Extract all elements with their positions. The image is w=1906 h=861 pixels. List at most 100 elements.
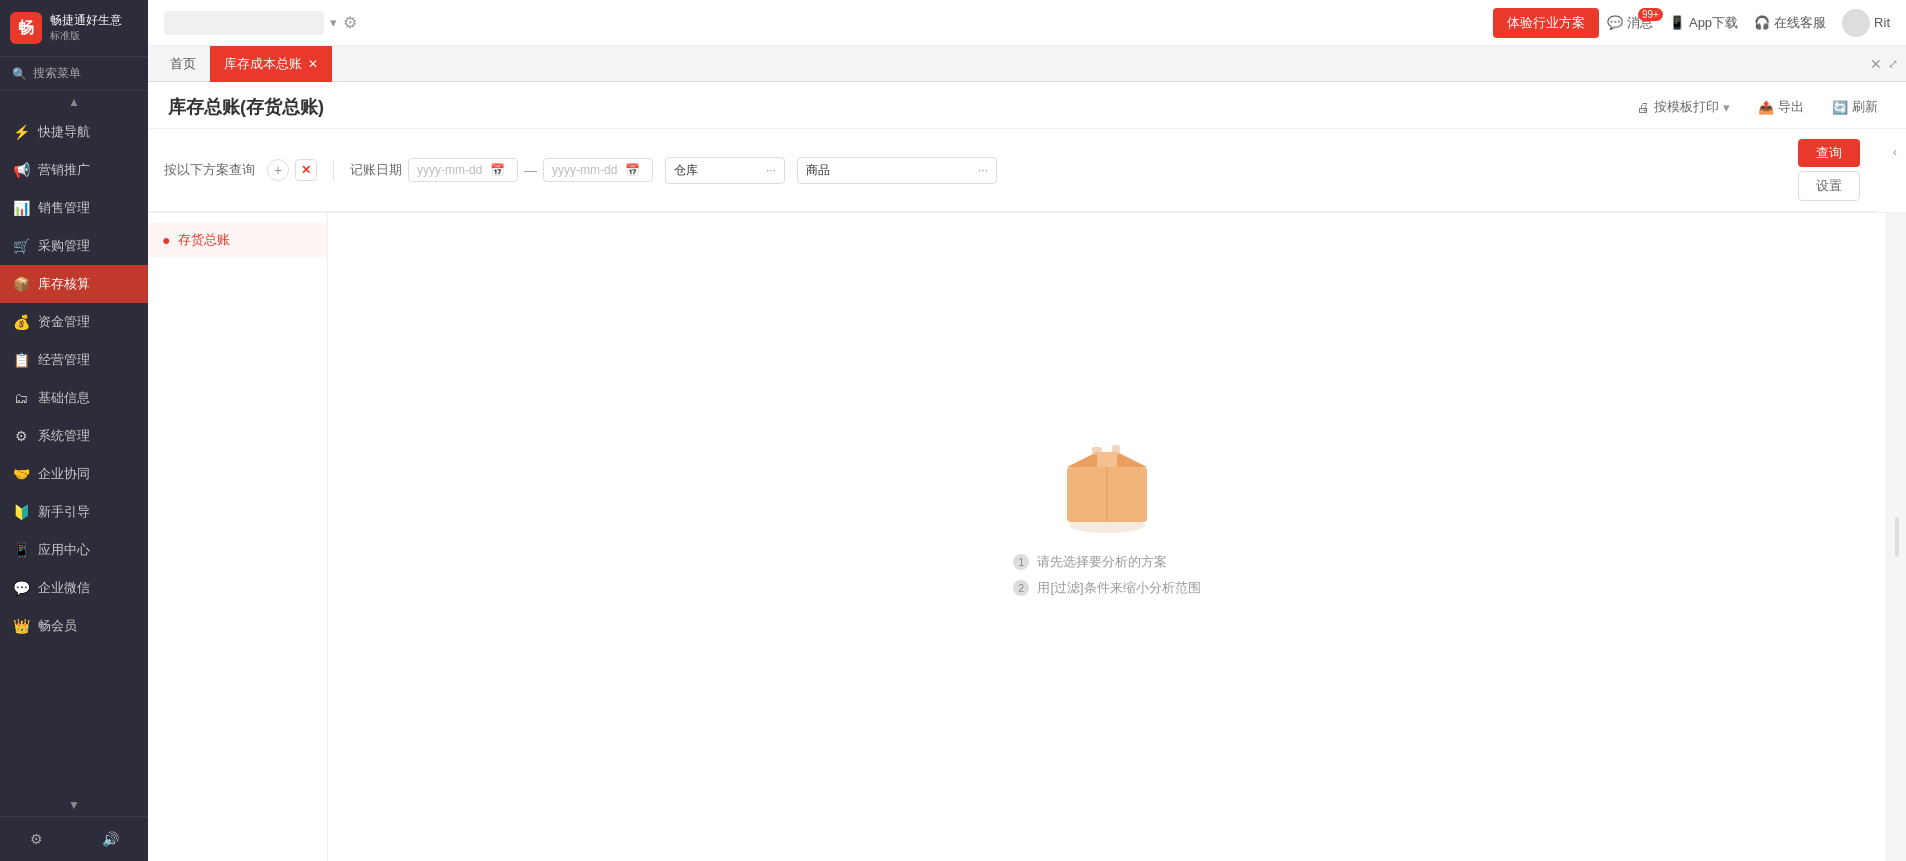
tab-home[interactable]: 首页 <box>156 46 210 82</box>
sidebar-item-marketing[interactable]: 📢 营销推广 <box>0 151 148 189</box>
tab-close-btn[interactable]: ✕ <box>308 57 318 71</box>
tip-num-1: 1 <box>1013 554 1029 570</box>
logo-text-block: 畅捷通好生意 标准版 <box>50 13 122 43</box>
sidebar-item-label: 销售管理 <box>38 199 90 217</box>
app-name: 畅捷通好生意 <box>50 13 122 29</box>
sidebar-item-cooperation[interactable]: 🤝 企业协同 <box>0 455 148 493</box>
app-download-label: App下载 <box>1689 14 1738 32</box>
date-field-label: 记账日期 <box>350 161 402 179</box>
right-panel-handle[interactable] <box>1895 517 1899 557</box>
avatar <box>1842 9 1870 37</box>
logo-icon: 畅 <box>10 12 42 44</box>
app-center-icon: 📱 <box>12 542 30 558</box>
calendar-start-icon[interactable]: 📅 <box>490 163 505 177</box>
print-icon: 🖨 <box>1637 100 1650 115</box>
sidebar-item-system[interactable]: ⚙ 系统管理 <box>0 417 148 455</box>
scroll-down-btn[interactable]: ▼ <box>0 794 148 816</box>
inventory-icon: 📦 <box>12 276 30 292</box>
trial-btn[interactable]: 体验行业方案 <box>1493 8 1599 38</box>
sidebar-item-vip[interactable]: 👑 畅会员 <box>0 607 148 645</box>
sidebar-item-sales[interactable]: 📊 销售管理 <box>0 189 148 227</box>
online-service-btn[interactable]: 🎧 在线客服 <box>1754 14 1826 32</box>
user-name: Rit <box>1874 15 1890 30</box>
user-profile[interactable]: Rit <box>1842 9 1890 37</box>
tab-inventory-ledger[interactable]: 库存成本总账 ✕ <box>210 46 332 82</box>
topbar: ▾ ⚙ 体验行业方案 💬 消息 99+ 📱 App下载 🎧 在线客服 Rit <box>148 0 1906 46</box>
empty-tips: 1 请先选择要分析的方案 2 用[过滤]条件来缩小分析范围 <box>1013 553 1200 597</box>
sidebar-item-newbie[interactable]: 🔰 新手引导 <box>0 493 148 531</box>
sidebar-item-label: 系统管理 <box>38 427 90 445</box>
date-filter-group: 记账日期 yyyy-mm-dd 📅 — yyyy-mm-dd 📅 <box>350 158 653 182</box>
goods-select[interactable]: 商品 ··· <box>797 157 997 184</box>
sidebar-logo: 畅 畅捷通好生意 标准版 <box>0 0 148 57</box>
query-btn[interactable]: 查询 <box>1798 139 1860 167</box>
scroll-up-btn[interactable]: ▲ <box>0 91 148 113</box>
filter-chevron-area: ‹ <box>1876 129 1906 175</box>
newbie-icon: 🔰 <box>12 504 30 520</box>
topbar-gear-icon[interactable]: ⚙ <box>343 13 357 32</box>
date-end-input[interactable]: yyyy-mm-dd 📅 <box>543 158 653 182</box>
headset-icon: 🎧 <box>1754 15 1770 30</box>
empty-state: 1 请先选择要分析的方案 2 用[过滤]条件来缩小分析范围 <box>328 213 1886 861</box>
settings-bottom-btn[interactable]: ⚙ <box>24 825 49 853</box>
topbar-search-area: ▾ ⚙ <box>164 11 1485 35</box>
export-btn[interactable]: 📤 导出 <box>1750 94 1812 120</box>
tip-num-2: 2 <box>1013 580 1029 596</box>
quick-nav-icon: ⚡ <box>12 124 30 140</box>
sidebar-item-purchase[interactable]: 🛒 采购管理 <box>0 227 148 265</box>
tab-inventory-label: 库存成本总账 <box>224 55 302 73</box>
empty-illustration <box>1047 417 1167 537</box>
filter-label: 按以下方案查询 <box>164 161 255 179</box>
filter-buttons: 查询 设置 <box>1798 139 1860 201</box>
audio-btn[interactable]: 🔊 <box>96 825 125 853</box>
message-icon: 💬 <box>1607 15 1623 30</box>
calendar-end-icon[interactable]: 📅 <box>625 163 640 177</box>
topbar-dropdown-icon[interactable]: ▾ <box>330 15 337 30</box>
topbar-search-input[interactable] <box>164 11 324 35</box>
refresh-icon: 🔄 <box>1832 100 1848 115</box>
refresh-btn[interactable]: 🔄 刷新 <box>1824 94 1886 120</box>
sidebar-item-quick-nav[interactable]: ⚡ 快捷导航 <box>0 113 148 151</box>
sales-icon: 📊 <box>12 200 30 216</box>
search-icon: 🔍 <box>12 67 27 81</box>
warehouse-select[interactable]: 仓库 ··· <box>665 157 785 184</box>
filter-bar: 按以下方案查询 + ✕ 记账日期 yyyy-mm-dd 📅 — yyyy-mm-… <box>148 129 1876 212</box>
settings-btn[interactable]: 设置 <box>1798 171 1860 201</box>
sidebar-item-wechat[interactable]: 💬 企业微信 <box>0 569 148 607</box>
sidebar-item-finance[interactable]: 💰 资金管理 <box>0 303 148 341</box>
print-dropdown-icon[interactable]: ▾ <box>1723 100 1730 115</box>
print-template-btn[interactable]: 🖨 按模板打印 ▾ <box>1629 94 1738 120</box>
basic-icon: 🗂 <box>12 390 30 406</box>
tip-1-text: 请先选择要分析的方案 <box>1037 553 1167 571</box>
goods-more-icon: ··· <box>978 163 988 177</box>
sidebar-item-label: 资金管理 <box>38 313 90 331</box>
app-download-btn[interactable]: 📱 App下载 <box>1669 14 1738 32</box>
sidebar-nav: ⚡ 快捷导航 📢 营销推广 📊 销售管理 🛒 采购管理 📦 库存核算 💰 资金管… <box>0 113 148 794</box>
search-menu[interactable]: 🔍 搜索菜单 <box>0 57 148 91</box>
tab-close-window-btn[interactable]: ✕ <box>1870 56 1882 72</box>
filter-collapse-btn[interactable]: ✕ <box>295 159 317 181</box>
sidebar-item-label: 畅会员 <box>38 617 77 635</box>
date-start-input[interactable]: yyyy-mm-dd 📅 <box>408 158 518 182</box>
warehouse-filter-group: 仓库 ··· <box>665 157 785 184</box>
sidebar-item-operation[interactable]: 📋 经营管理 <box>0 341 148 379</box>
date-start-placeholder: yyyy-mm-dd <box>417 163 482 177</box>
app-badge: 标准版 <box>50 29 122 43</box>
content-area: 库存总账(存货总账) 🖨 按模板打印 ▾ 📤 导出 🔄 刷新 <box>148 82 1906 861</box>
filter-chevron-btn[interactable]: ‹ <box>1884 141 1906 163</box>
sidebar-item-basic[interactable]: 🗂 基础信息 <box>0 379 148 417</box>
goods-filter-group: 商品 ··· <box>797 157 997 184</box>
message-btn[interactable]: 💬 消息 99+ <box>1607 14 1653 32</box>
sidebar-item-app-center[interactable]: 📱 应用中心 <box>0 531 148 569</box>
app-download-icon: 📱 <box>1669 15 1685 30</box>
filter-add-btn[interactable]: + <box>267 159 289 181</box>
goods-label: 商品 <box>806 162 830 179</box>
filter-actions: + ✕ <box>267 159 317 181</box>
tab-restore-btn[interactable]: ⤢ <box>1888 57 1898 71</box>
wechat-icon: 💬 <box>12 580 30 596</box>
sidebar-item-inventory[interactable]: 📦 库存核算 <box>0 265 148 303</box>
scheme-item-inventory-total[interactable]: ● 存货总账 <box>148 223 327 257</box>
print-template-label: 按模板打印 <box>1654 98 1719 116</box>
operation-icon: 📋 <box>12 352 30 368</box>
sidebar-bottom: ⚙ 🔊 <box>0 816 148 861</box>
